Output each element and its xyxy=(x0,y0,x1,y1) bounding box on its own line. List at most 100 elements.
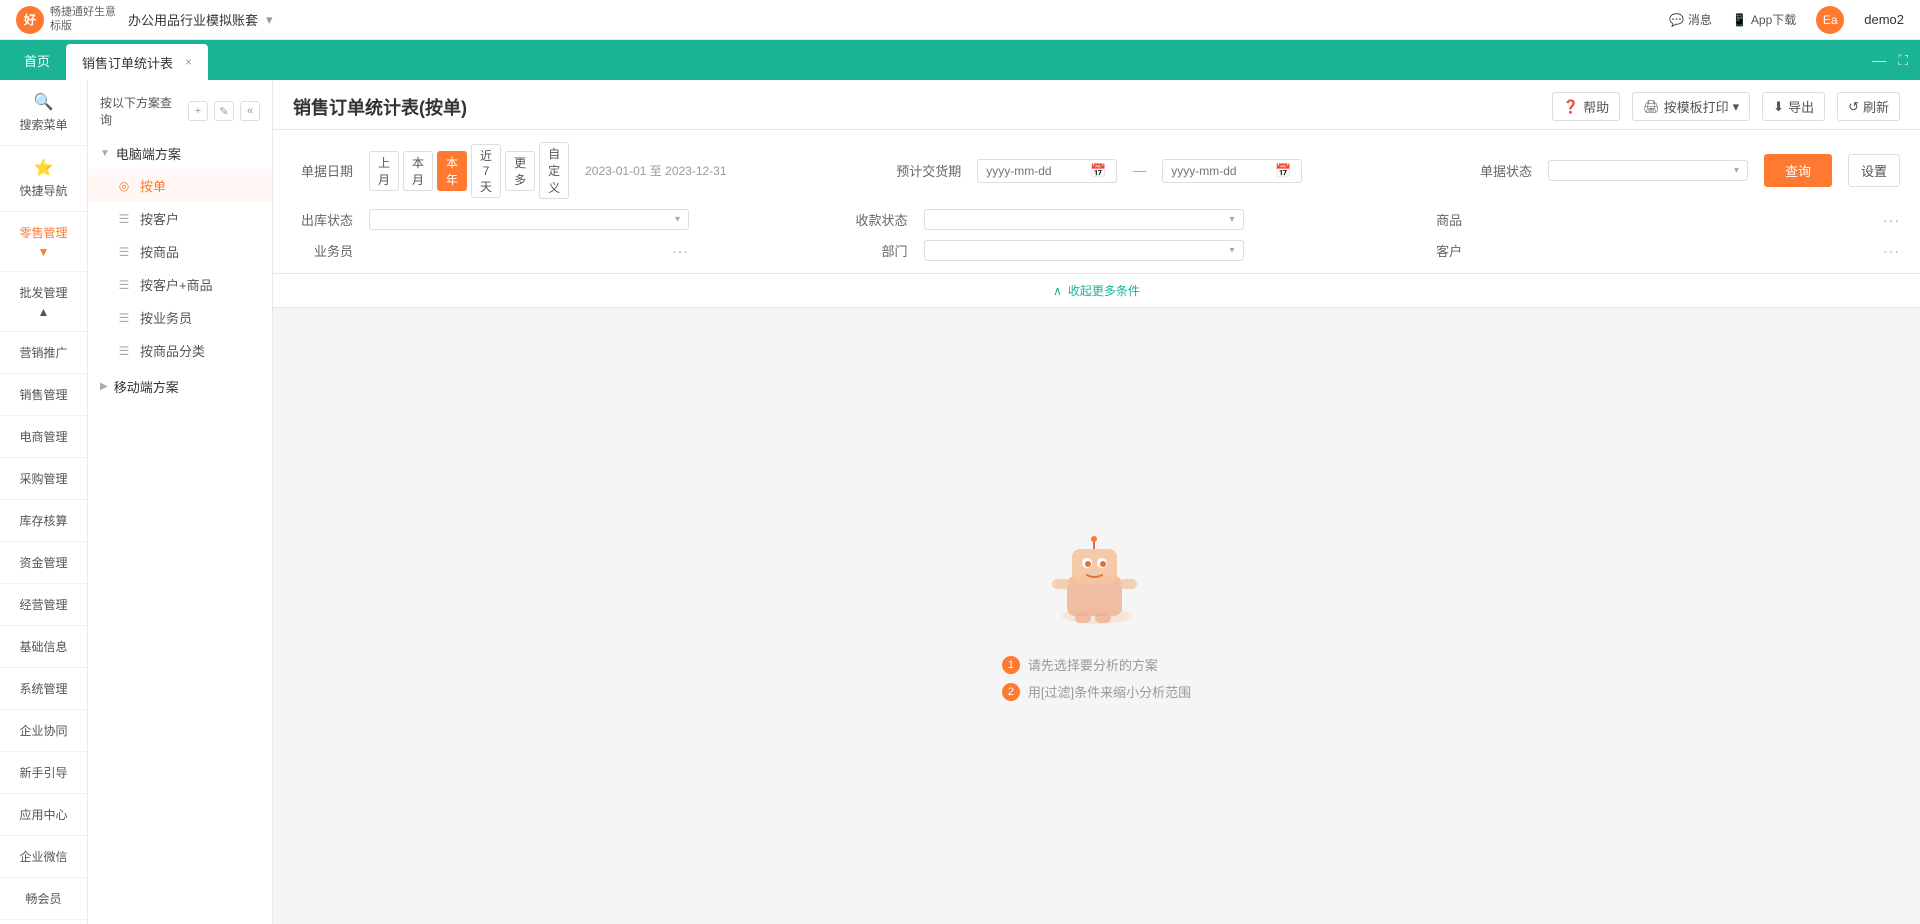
logo-area: 好 畅捷通好生意 标版 xyxy=(16,6,116,34)
content-area: 按以下方案查询 + ✎ « ▼ 电脑端方案 xyxy=(88,80,1920,924)
print-btn[interactable]: 🖨 按模板打印 ▾ xyxy=(1632,92,1750,121)
date-btn-custom[interactable]: 自定义 xyxy=(539,142,569,199)
sidebar-item-wholesale[interactable]: 批发管理 ▲ xyxy=(0,272,87,332)
date-btn-this-month[interactable]: 本月 xyxy=(403,151,433,191)
print-dropdown-icon: ▾ xyxy=(1733,99,1740,115)
settings-btn[interactable]: 设置 xyxy=(1848,154,1900,187)
date-btn-last-month[interactable]: 上月 xyxy=(369,151,399,191)
sidebar-item-sales[interactable]: 销售管理 xyxy=(0,374,87,416)
empty-tip-1: 1 请先选择要分析的方案 xyxy=(1002,655,1191,674)
delivery-status-dropdown-icon: ▾ xyxy=(675,214,680,225)
window-controls: — ⛶ xyxy=(1872,52,1920,69)
delivery-date-start-input[interactable] xyxy=(986,164,1086,178)
sidebar-item-appcenter[interactable]: 应用中心 xyxy=(0,794,87,836)
sidebar-item-purchase[interactable]: 采购管理 xyxy=(0,458,87,500)
payment-status-select[interactable]: ▾ xyxy=(924,209,1244,230)
delivery-date-start[interactable]: 📅 xyxy=(977,159,1117,183)
retail-arrow: ▼ xyxy=(38,245,50,259)
wholesale-arrow: ▲ xyxy=(38,305,50,319)
sidebar-item-marketing[interactable]: 营销推广 xyxy=(0,332,87,374)
scheme-item-by-order[interactable]: ◎ 按单 xyxy=(88,169,272,202)
department-select[interactable]: ▾ xyxy=(924,240,1244,261)
sidebar-item-basic[interactable]: 基础信息 xyxy=(0,626,87,668)
sidebar-item-inventory[interactable]: 库存核算 xyxy=(0,500,87,542)
scheme-item-by-customer[interactable]: ☰ 按客户 xyxy=(88,202,272,235)
customer-label: 客户 xyxy=(1402,241,1462,260)
product-icon: ☰ xyxy=(116,244,132,260)
query-btn[interactable]: 查询 xyxy=(1764,154,1832,187)
logo-icon: 好 xyxy=(16,6,44,34)
status-dropdown-icon: ▾ xyxy=(1734,165,1739,176)
scheme-add-btn[interactable]: + xyxy=(188,101,208,121)
scheme-edit-btn[interactable]: ✎ xyxy=(214,101,234,121)
scheme-panel: 按以下方案查询 + ✎ « ▼ 电脑端方案 xyxy=(88,80,273,924)
sidebar-item-search[interactable]: 🔍 搜索菜单 xyxy=(0,80,87,146)
app-title-dropdown-icon[interactable]: ▾ xyxy=(266,12,273,28)
date-filter-control: 上月 本月 本年 近7天 更多 自定义 xyxy=(369,142,569,199)
delivery-status-label: 出库状态 xyxy=(293,210,353,229)
sidebar-item-enterprise[interactable]: 企业协同 xyxy=(0,710,87,752)
delivery-status-select[interactable]: ▾ xyxy=(369,209,689,230)
print-icon: 🖨 xyxy=(1643,99,1660,115)
tab-home[interactable]: 首页 xyxy=(8,40,66,80)
message-btn[interactable]: 💬 消息 xyxy=(1669,11,1712,28)
sidebar-item-quicknav[interactable]: ⭐ 快捷导航 xyxy=(0,146,87,212)
scheme-item-by-category[interactable]: ☰ 按商品分类 xyxy=(88,334,272,367)
phone-icon: 📱 xyxy=(1732,13,1747,27)
scheme-item-by-product[interactable]: ☰ 按商品 xyxy=(88,235,272,268)
window-min-icon[interactable]: — xyxy=(1872,52,1886,68)
sidebar-item-ecommerce[interactable]: 电商管理 xyxy=(0,416,87,458)
delivery-date-end[interactable]: 📅 xyxy=(1162,159,1302,183)
avatar[interactable]: Ea xyxy=(1816,6,1844,34)
delivery-date-end-input[interactable] xyxy=(1171,164,1271,178)
search-icon: 🔍 xyxy=(34,92,54,112)
help-btn[interactable]: ❓ 帮助 xyxy=(1552,92,1620,121)
customer-product-icon: ☰ xyxy=(116,277,132,293)
date-btns: 上月 本月 本年 近7天 更多 自定义 xyxy=(369,142,569,199)
date-btn-this-year[interactable]: 本年 xyxy=(437,151,467,191)
date-btn-more[interactable]: 更多 xyxy=(505,151,535,191)
customer-more-btn[interactable]: ··· xyxy=(1883,243,1900,259)
message-icon: 💬 xyxy=(1669,13,1684,27)
window-max-icon[interactable]: ⛶ xyxy=(1898,52,1908,69)
empty-tip-2: 2 用[过滤]条件来缩小分析范围 xyxy=(1002,682,1191,701)
tab-close-icon[interactable]: × xyxy=(185,55,192,69)
scheme-group-mobile-title[interactable]: ▶ 移动端方案 xyxy=(88,371,272,402)
sidebar-item-system[interactable]: 系统管理 xyxy=(0,668,87,710)
app-download-btn[interactable]: 📱 App下载 xyxy=(1732,11,1796,28)
sidebar-item-retail[interactable]: 零售管理 ▼ xyxy=(0,212,87,272)
product-more-btn[interactable]: ··· xyxy=(1883,212,1900,228)
top-right: 💬 消息 📱 App下载 Ea demo2 xyxy=(1669,6,1904,34)
wholesale-label: 批发管理 xyxy=(19,284,67,301)
sidebar-item-member[interactable]: 畅会员 xyxy=(0,878,87,920)
tip-num-2: 2 xyxy=(1002,683,1020,701)
app-title-bar: 办公用品行业模拟账套 ▾ xyxy=(128,10,1657,29)
status-select[interactable]: ▾ xyxy=(1548,160,1748,181)
page-title: 销售订单统计表(按单) xyxy=(293,94,467,120)
sidebar-item-newbie[interactable]: 新手引导 xyxy=(0,752,87,794)
tab-sales-order[interactable]: 销售订单统计表 × xyxy=(66,44,208,80)
collapse-btn[interactable]: ∧ 收起更多条件 xyxy=(1053,274,1140,307)
scheme-group-pc-title[interactable]: ▼ 电脑端方案 xyxy=(88,138,272,169)
export-btn[interactable]: ⬇ 导出 xyxy=(1762,92,1825,121)
tip-num-1: 1 xyxy=(1002,656,1020,674)
salesperson-more-btn[interactable]: ··· xyxy=(672,243,689,259)
refresh-btn[interactable]: ↺ 刷新 xyxy=(1837,92,1900,121)
sidebar-item-wechat[interactable]: 企业微信 xyxy=(0,836,87,878)
filter-row-1: 单据日期 上月 本月 本年 近7天 更多 自定义 2023-01-01 至 20… xyxy=(293,142,1900,199)
scheme-collapse-btn[interactable]: « xyxy=(240,101,260,121)
scheme-item-by-customer-product[interactable]: ☰ 按客户+商品 xyxy=(88,268,272,301)
status-label: 单据状态 xyxy=(1472,161,1532,180)
page-actions: ❓ 帮助 🖨 按模板打印 ▾ ⬇ 导出 ↺ 刷新 xyxy=(1552,92,1900,121)
department-dropdown-icon: ▾ xyxy=(1230,245,1235,256)
category-icon: ☰ xyxy=(116,343,132,359)
mobile-expand-icon: ▶ xyxy=(100,381,108,392)
date-btn-7days[interactable]: 近7天 xyxy=(471,144,501,198)
scheme-item-by-salesperson[interactable]: ☰ 按业务员 xyxy=(88,301,272,334)
product-label: 商品 xyxy=(1402,210,1462,229)
filter-row-3: 业务员 ··· 部门 ▾ 客户 ··· xyxy=(293,240,1900,261)
sidebar-item-operation[interactable]: 经营管理 xyxy=(0,584,87,626)
sidebar-item-finance[interactable]: 资金管理 xyxy=(0,542,87,584)
page-header: 销售订单统计表(按单) ❓ 帮助 🖨 按模板打印 ▾ ⬇ 导出 xyxy=(273,80,1920,130)
calendar-icon-1: 📅 xyxy=(1090,163,1106,179)
